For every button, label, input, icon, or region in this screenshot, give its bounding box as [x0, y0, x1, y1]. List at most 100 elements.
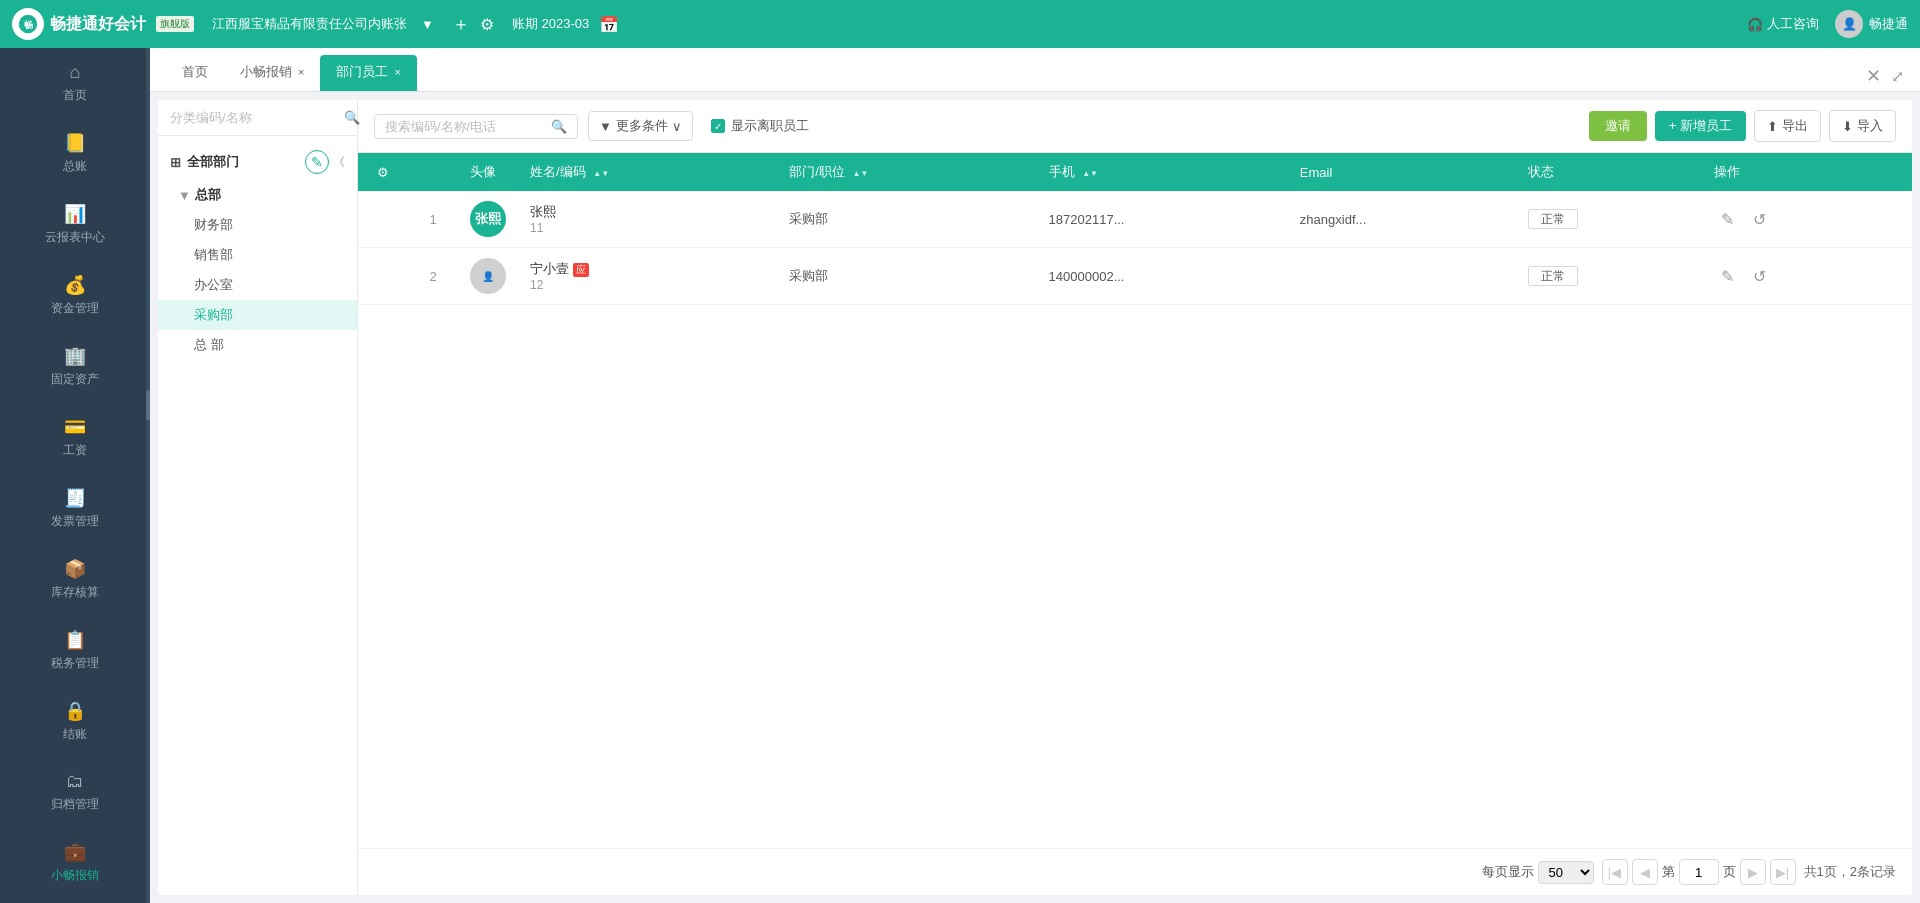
more-employee-button[interactable]: ↺	[1745, 262, 1773, 290]
th-name[interactable]: 姓名/编码 ▲▼	[518, 153, 777, 191]
dept-item-root[interactable]: ▼ 总部	[158, 180, 357, 210]
td-row-avatar: 👤	[458, 248, 518, 305]
sidebar-scrollbar-thumb[interactable]	[146, 390, 150, 420]
employee-search-box: 🔍	[374, 114, 578, 139]
filter-button[interactable]: ▼ 更多条件 ∨	[588, 111, 693, 141]
sidebar-item-funds[interactable]: 💰 资金管理	[0, 260, 150, 331]
invite-button[interactable]: 邀请	[1589, 111, 1647, 141]
td-row-actions: ✎ ↺	[1702, 248, 1912, 305]
th-status: 状态	[1516, 153, 1702, 191]
app-name: 畅捷通好会计	[50, 14, 146, 35]
table-header-row: ⚙ 头像 姓名/编码 ▲▼ 部门/职位 ▲▼ 手机 ▲▼ Email 状态 操作	[358, 153, 1912, 191]
more-employee-button[interactable]: ↺	[1745, 205, 1773, 233]
main-layout: ⌂ 首页 📒 总账 📊 云报表中心 💰 资金管理 🏢 固定资产 💳 工资	[0, 48, 1920, 903]
page-content: 🔍 ⊞ 全部部门 ✎ 《 ▼	[158, 100, 1912, 895]
sidebar-label-expense: 小畅报销	[51, 867, 99, 884]
tab-home[interactable]: 首页	[166, 55, 224, 91]
sidebar-item-closing[interactable]: 🔒 结账	[0, 686, 150, 757]
sidebar: ⌂ 首页 📒 总账 📊 云报表中心 💰 资金管理 🏢 固定资产 💳 工资	[0, 48, 150, 903]
import-label: 导入	[1857, 117, 1883, 135]
dept-item-office[interactable]: 办公室	[158, 270, 357, 300]
avatar: 张熙	[470, 201, 506, 237]
employee-table: ⚙ 头像 姓名/编码 ▲▼ 部门/职位 ▲▼ 手机 ▲▼ Email 状态 操作	[358, 153, 1912, 848]
prev-page-button[interactable]: ◀	[1632, 859, 1658, 885]
user-menu[interactable]: 👤 畅捷通	[1835, 10, 1908, 38]
sidebar-item-ledger[interactable]: 📒 总账	[0, 118, 150, 189]
close-window-icon[interactable]: ✕	[1866, 65, 1881, 87]
sidebar-item-assets[interactable]: 🏢 固定资产	[0, 331, 150, 402]
sidebar-label-ledger: 总账	[63, 158, 87, 175]
page-label-text: 第	[1662, 863, 1675, 881]
employee-search-icon[interactable]: 🔍	[551, 119, 567, 134]
maximize-window-icon[interactable]: ⤢	[1891, 67, 1904, 86]
dept-add-button[interactable]: ✎	[305, 150, 329, 174]
settings-icon[interactable]: ⚙	[480, 15, 494, 34]
employee-toolbar: 🔍 ▼ 更多条件 ∨ 显示离职员工 邀请 + 新增员工	[358, 100, 1912, 153]
next-page-button[interactable]: ▶	[1740, 859, 1766, 885]
app-logo[interactable]: 畅 畅捷通好会计	[12, 8, 146, 40]
dept-label-finance: 财务部	[194, 216, 233, 234]
show-resigned-area: 显示离职员工	[711, 117, 809, 135]
add-employee-button[interactable]: + 新增员工	[1655, 111, 1746, 141]
employee-name: 宁小壹应	[530, 260, 765, 278]
sidebar-item-archive[interactable]: 🗂 归档管理	[0, 757, 150, 827]
tab-employees-label: 部门员工	[336, 63, 388, 81]
headset-icon: 🎧	[1747, 17, 1763, 32]
avatar: 👤	[470, 258, 506, 294]
closing-icon: 🔒	[64, 700, 86, 722]
calendar-icon[interactable]: 📅	[599, 15, 619, 34]
th-settings[interactable]: ⚙	[358, 153, 408, 191]
employee-search-input[interactable]	[385, 119, 545, 134]
edit-employee-button[interactable]: ✎	[1714, 262, 1742, 290]
th-dept[interactable]: 部门/职位 ▲▼	[777, 153, 1036, 191]
sort-name-icon: ▲▼	[593, 170, 609, 178]
edit-employee-button[interactable]: ✎	[1714, 205, 1742, 233]
td-row-index: 2	[408, 248, 458, 305]
tab-employees[interactable]: 部门员工 ×	[320, 55, 416, 91]
sort-phone-icon: ▲▼	[1082, 170, 1098, 178]
sidebar-item-invoice[interactable]: 🧾 发票管理	[0, 473, 150, 544]
sidebar-item-expense[interactable]: 💼 小畅报销	[0, 827, 150, 898]
show-resigned-checkbox[interactable]	[711, 119, 725, 133]
service-button[interactable]: 🎧 人工咨询	[1747, 15, 1819, 33]
per-page-select[interactable]: 50 100 200	[1538, 861, 1594, 884]
logo-icon: 畅	[12, 8, 44, 40]
sidebar-item-reports[interactable]: 📊 云报表中心	[0, 189, 150, 260]
per-page-label: 每页显示	[1482, 863, 1534, 881]
import-button[interactable]: ⬇ 导入	[1829, 110, 1896, 142]
dept-tree-title: 全部部门	[187, 153, 239, 171]
sidebar-item-settings[interactable]: ⚙ 基础设置	[0, 898, 150, 903]
dept-arrow-root: ▼	[178, 188, 191, 203]
th-phone[interactable]: 手机 ▲▼	[1037, 153, 1288, 191]
export-button[interactable]: ⬆ 导出	[1754, 110, 1821, 142]
employees-table: ⚙ 头像 姓名/编码 ▲▼ 部门/职位 ▲▼ 手机 ▲▼ Email 状态 操作	[358, 153, 1912, 305]
dept-item-hq[interactable]: 总 部	[158, 330, 357, 360]
tab-employees-close[interactable]: ×	[394, 66, 400, 78]
dept-search-input[interactable]	[170, 110, 338, 125]
add-company-button[interactable]: ＋	[452, 12, 470, 36]
dept-item-finance[interactable]: 财务部	[158, 210, 357, 240]
td-row-email: zhangxidf...	[1288, 191, 1516, 248]
sidebar-item-tax[interactable]: 📋 税务管理	[0, 615, 150, 686]
tab-expense-close[interactable]: ×	[298, 66, 304, 78]
sidebar-item-home[interactable]: ⌂ 首页	[0, 48, 150, 118]
sidebar-item-inventory[interactable]: 📦 库存核算	[0, 544, 150, 615]
dept-item-purchase[interactable]: 采购部	[158, 300, 357, 330]
assets-icon: 🏢	[64, 345, 86, 367]
first-page-button[interactable]: |◀	[1602, 859, 1628, 885]
tab-expense[interactable]: 小畅报销 ×	[224, 55, 320, 91]
page-suffix-text: 页	[1723, 863, 1736, 881]
dept-collapse-button[interactable]: 《	[333, 154, 345, 171]
sort-dept-icon: ▲▼	[853, 170, 869, 178]
dept-item-sales[interactable]: 销售部	[158, 240, 357, 270]
td-row-actions: ✎ ↺	[1702, 191, 1912, 248]
period-label: 账期 2023-03	[512, 15, 589, 33]
inventory-icon: 📦	[64, 558, 86, 580]
last-page-button[interactable]: ▶|	[1770, 859, 1796, 885]
page-number-input[interactable]	[1679, 859, 1719, 885]
funds-icon: 💰	[64, 274, 86, 296]
sidebar-scrollbar-track	[146, 48, 150, 903]
dept-label-office: 办公室	[194, 276, 233, 294]
sidebar-item-payroll[interactable]: 💳 工资	[0, 402, 150, 473]
company-dropdown-icon[interactable]: ▼	[421, 17, 434, 32]
